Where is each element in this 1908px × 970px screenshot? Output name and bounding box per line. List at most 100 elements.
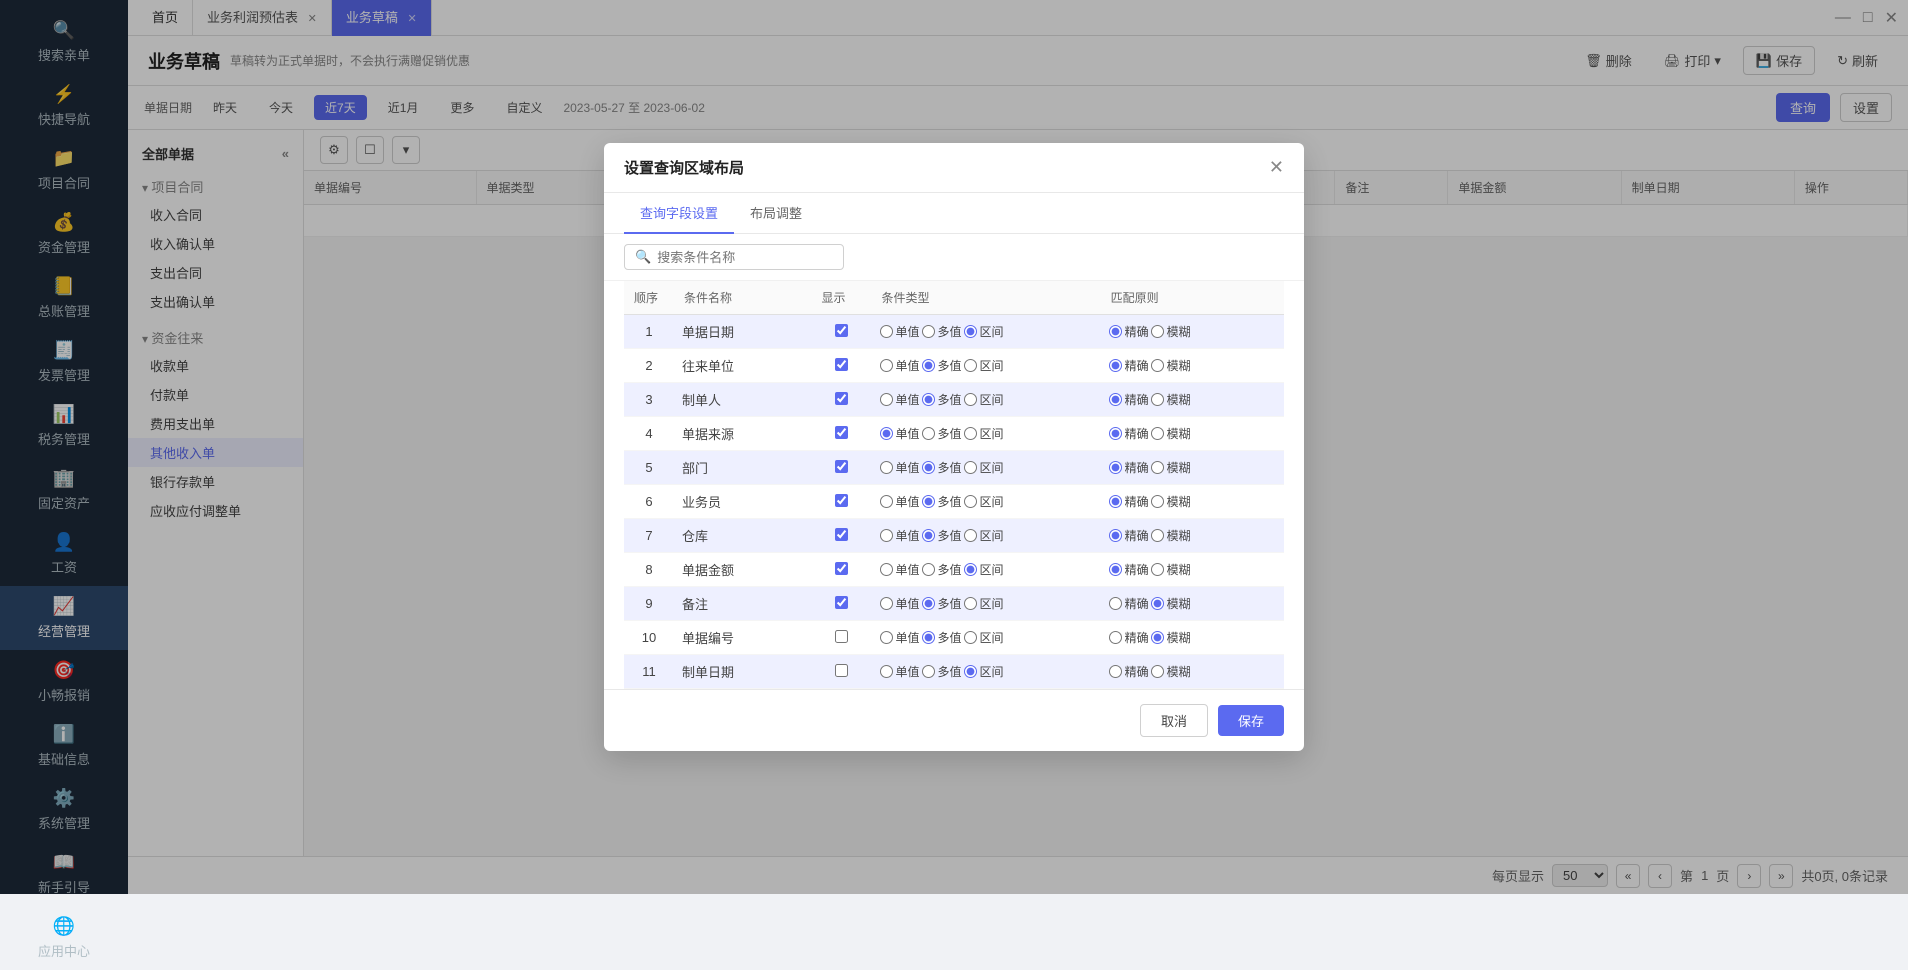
type-radio-type_range[interactable] — [964, 461, 977, 474]
match-radio-match_fuzzy[interactable] — [1151, 563, 1164, 576]
sidebar-item-app[interactable]: 🌐 应用中心 — [0, 906, 128, 970]
type-radio-type_single[interactable] — [880, 563, 893, 576]
config-cell-type[interactable]: 单值多值区间 — [872, 553, 1101, 587]
type-radio-type_multi[interactable] — [922, 427, 935, 440]
type-radio-type_multi[interactable] — [922, 495, 935, 508]
show-checkbox[interactable] — [835, 562, 848, 575]
modal-tab-fields[interactable]: 查询字段设置 — [624, 193, 734, 234]
type-radio-type_range[interactable] — [964, 393, 977, 406]
type-radio-type_multi[interactable] — [922, 325, 935, 338]
type-radio-type_single[interactable] — [880, 665, 893, 678]
config-cell-show[interactable] — [812, 315, 872, 349]
config-cell-type[interactable]: 单值多值区间 — [872, 451, 1101, 485]
show-checkbox[interactable] — [835, 460, 848, 473]
modal-search-input[interactable] — [657, 250, 833, 265]
config-cell-match[interactable]: 精确模糊 — [1101, 587, 1284, 621]
config-cell-type[interactable]: 单值多值区间 — [872, 383, 1101, 417]
config-cell-type[interactable]: 单值多值区间 — [872, 655, 1101, 689]
type-radio-type_single[interactable] — [880, 393, 893, 406]
type-radio-type_single[interactable] — [880, 427, 893, 440]
config-cell-match[interactable]: 精确模糊 — [1101, 315, 1284, 349]
type-radio-type_multi[interactable] — [922, 665, 935, 678]
show-checkbox[interactable] — [835, 630, 848, 643]
config-cell-show[interactable] — [812, 621, 872, 655]
modal-save-button[interactable]: 保存 — [1218, 705, 1284, 736]
config-cell-match[interactable]: 精确模糊 — [1101, 383, 1284, 417]
match-radio-match_exact[interactable] — [1109, 665, 1122, 678]
type-radio-type_multi[interactable] — [922, 529, 935, 542]
config-cell-show[interactable] — [812, 553, 872, 587]
match-radio-match_fuzzy[interactable] — [1151, 427, 1164, 440]
type-radio-type_range[interactable] — [964, 597, 977, 610]
match-radio-match_exact[interactable] — [1109, 631, 1122, 644]
config-cell-type[interactable]: 单值多值区间 — [872, 485, 1101, 519]
match-radio-match_fuzzy[interactable] — [1151, 495, 1164, 508]
match-radio-match_fuzzy[interactable] — [1151, 597, 1164, 610]
config-cell-type[interactable]: 单值多值区间 — [872, 417, 1101, 451]
type-radio-type_single[interactable] — [880, 495, 893, 508]
config-cell-type[interactable]: 单值多值区间 — [872, 587, 1101, 621]
match-radio-match_exact[interactable] — [1109, 427, 1122, 440]
type-radio-type_single[interactable] — [880, 325, 893, 338]
show-checkbox[interactable] — [835, 494, 848, 507]
type-radio-type_range[interactable] — [964, 631, 977, 644]
type-radio-type_range[interactable] — [964, 359, 977, 372]
type-radio-type_range[interactable] — [964, 325, 977, 338]
match-radio-match_fuzzy[interactable] — [1151, 529, 1164, 542]
match-radio-match_exact[interactable] — [1109, 325, 1122, 338]
match-radio-match_fuzzy[interactable] — [1151, 461, 1164, 474]
type-radio-type_multi[interactable] — [922, 631, 935, 644]
config-cell-match[interactable]: 精确模糊 — [1101, 349, 1284, 383]
show-checkbox[interactable] — [835, 324, 848, 337]
type-radio-type_multi[interactable] — [922, 597, 935, 610]
config-cell-match[interactable]: 精确模糊 — [1101, 485, 1284, 519]
config-cell-match[interactable]: 精确模糊 — [1101, 621, 1284, 655]
config-cell-type[interactable]: 单值多值区间 — [872, 621, 1101, 655]
config-cell-match[interactable]: 精确模糊 — [1101, 553, 1284, 587]
match-radio-match_exact[interactable] — [1109, 597, 1122, 610]
type-radio-type_multi[interactable] — [922, 359, 935, 372]
show-checkbox[interactable] — [835, 528, 848, 541]
config-cell-show[interactable] — [812, 655, 872, 689]
show-checkbox[interactable] — [835, 664, 848, 677]
config-cell-type[interactable]: 单值多值区间 — [872, 315, 1101, 349]
type-radio-type_single[interactable] — [880, 631, 893, 644]
match-radio-match_exact[interactable] — [1109, 495, 1122, 508]
match-radio-match_fuzzy[interactable] — [1151, 631, 1164, 644]
type-radio-type_single[interactable] — [880, 461, 893, 474]
config-cell-match[interactable]: 精确模糊 — [1101, 655, 1284, 689]
config-cell-match[interactable]: 精确模糊 — [1101, 519, 1284, 553]
config-cell-type[interactable]: 单值多值区间 — [872, 349, 1101, 383]
config-cell-type[interactable]: 单值多值区间 — [872, 519, 1101, 553]
type-radio-type_multi[interactable] — [922, 393, 935, 406]
show-checkbox[interactable] — [835, 596, 848, 609]
type-radio-type_single[interactable] — [880, 529, 893, 542]
match-radio-match_fuzzy[interactable] — [1151, 359, 1164, 372]
show-checkbox[interactable] — [835, 426, 848, 439]
type-radio-type_multi[interactable] — [922, 461, 935, 474]
match-radio-match_fuzzy[interactable] — [1151, 325, 1164, 338]
cancel-button[interactable]: 取消 — [1140, 704, 1208, 737]
type-radio-type_range[interactable] — [964, 529, 977, 542]
match-radio-match_exact[interactable] — [1109, 359, 1122, 372]
show-checkbox[interactable] — [835, 392, 848, 405]
type-radio-type_multi[interactable] — [922, 563, 935, 576]
config-cell-match[interactable]: 精确模糊 — [1101, 451, 1284, 485]
type-radio-type_single[interactable] — [880, 597, 893, 610]
config-cell-show[interactable] — [812, 519, 872, 553]
config-cell-show[interactable] — [812, 383, 872, 417]
match-radio-match_fuzzy[interactable] — [1151, 393, 1164, 406]
config-cell-show[interactable] — [812, 587, 872, 621]
config-cell-show[interactable] — [812, 349, 872, 383]
match-radio-match_exact[interactable] — [1109, 393, 1122, 406]
match-radio-match_exact[interactable] — [1109, 529, 1122, 542]
type-radio-type_range[interactable] — [964, 563, 977, 576]
match-radio-match_exact[interactable] — [1109, 461, 1122, 474]
type-radio-type_range[interactable] — [964, 495, 977, 508]
config-cell-match[interactable]: 精确模糊 — [1101, 417, 1284, 451]
type-radio-type_range[interactable] — [964, 427, 977, 440]
modal-tab-layout[interactable]: 布局调整 — [734, 193, 818, 234]
match-radio-match_exact[interactable] — [1109, 563, 1122, 576]
type-radio-type_range[interactable] — [964, 665, 977, 678]
config-cell-show[interactable] — [812, 451, 872, 485]
